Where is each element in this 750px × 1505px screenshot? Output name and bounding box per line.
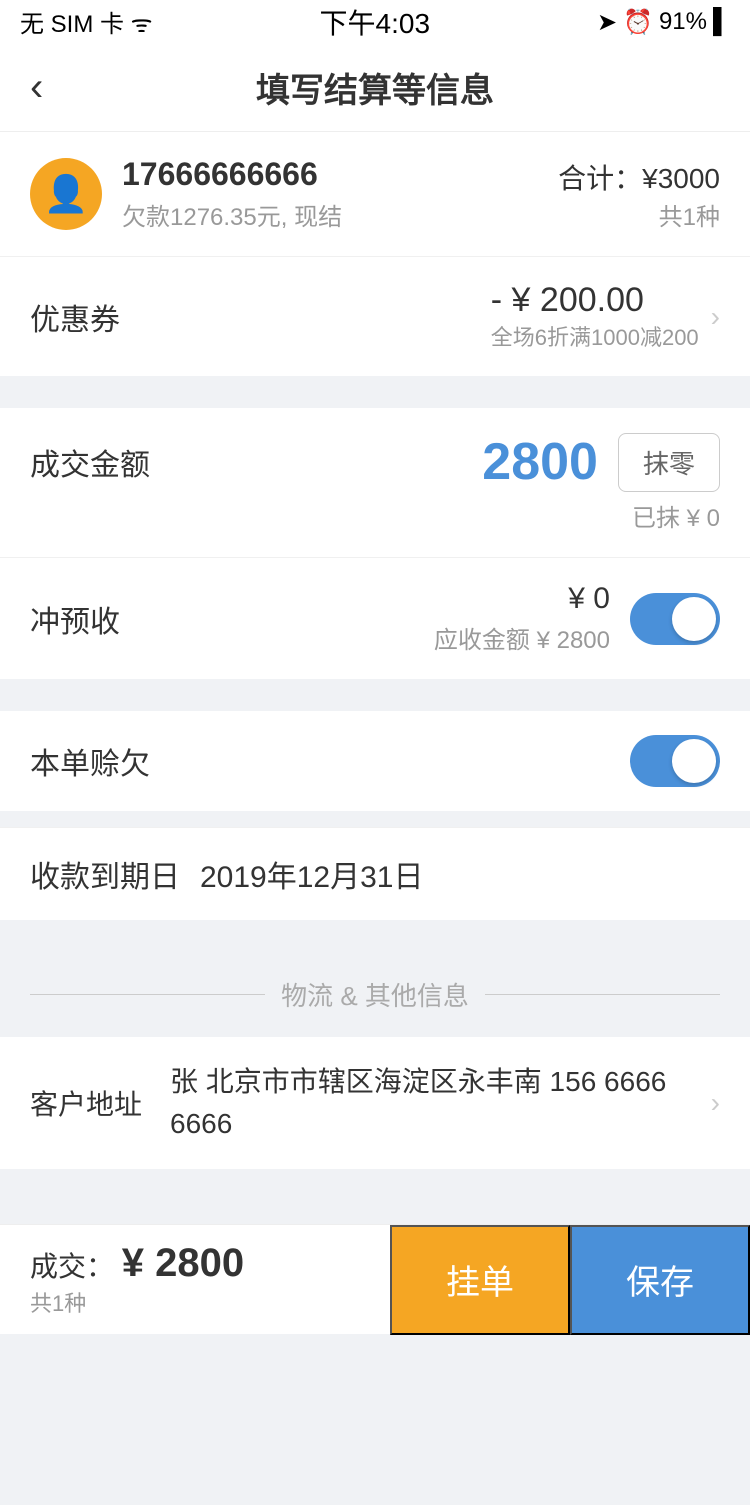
status-time: 下午4:03 [320, 2, 431, 42]
address-value: 张 北京市市辖区海淀区永丰南 156 6666 6666 [170, 1061, 691, 1145]
chevron-right-icon: › [711, 301, 720, 333]
avatar: 👤 [30, 158, 102, 230]
section-divider-1 [0, 392, 750, 408]
writeoff-toggle[interactable] [630, 735, 720, 787]
bottom-deal-row: 成交： ¥ 2800 [30, 1241, 360, 1286]
customer-total: 合计：¥3000 共1种 [558, 157, 720, 232]
amount-label: 成交金额 [30, 440, 150, 484]
total-amount: ¥3000 [642, 163, 720, 194]
avatar-icon: 👤 [44, 173, 89, 215]
customer-row: 👤 17666666666 欠款1276.35元, 现结 合计：¥3000 共1… [0, 132, 750, 256]
prepay-toggle[interactable] [630, 593, 720, 645]
divider-line-right [485, 994, 720, 995]
total-label: 合计： [558, 163, 642, 194]
customer-phone: 17666666666 [122, 156, 342, 193]
total-label-amount: 合计：¥3000 [558, 157, 720, 197]
status-right: ➤ ⏰ 91% ▌ [597, 8, 730, 37]
bottom-summary: 成交： ¥ 2800 共1种 [0, 1241, 390, 1318]
logistics-label: 物流 & 其他信息 [281, 976, 469, 1013]
writeoff-label: 本单赊欠 [30, 739, 150, 783]
customer-subtext: 欠款1276.35元, 现结 [122, 197, 342, 232]
bottom-count: 共1种 [30, 1286, 360, 1318]
writeoff-toggle-knob [672, 739, 716, 783]
amount-value: 2800 [482, 432, 598, 492]
customer-info: 17666666666 欠款1276.35元, 现结 [122, 156, 342, 232]
round-button[interactable]: 抹零 [618, 433, 720, 492]
status-bar: 无 SIM 卡 ᯤ 下午4:03 ➤ ⏰ 91% ▌ [0, 0, 750, 44]
customer-card: 👤 17666666666 欠款1276.35元, 现结 合计：¥3000 共1… [0, 132, 750, 376]
address-row[interactable]: 客户地址 张 北京市市辖区海淀区永丰南 156 6666 6666 › [0, 1037, 750, 1169]
location-icon: ➤ [597, 8, 617, 37]
customer-left: 👤 17666666666 欠款1276.35元, 现结 [30, 156, 342, 232]
prepay-row: 冲预收 ¥ 0 应收金额 ¥ 2800 [0, 557, 750, 679]
hang-button[interactable]: 挂单 [390, 1225, 570, 1335]
back-button[interactable]: ‹ [30, 65, 90, 110]
prepay-right: ¥ 0 应收金额 ¥ 2800 [434, 582, 720, 655]
save-button[interactable]: 保存 [570, 1225, 750, 1335]
section-divider-2 [0, 695, 750, 711]
battery-text: 91% [659, 8, 707, 36]
coupon-description: 全场6折满1000减200 [491, 320, 699, 352]
due-date-value: 2019年12月31日 [200, 852, 423, 896]
amount-right: 2800 抹零 [482, 432, 720, 492]
bottom-deal-amount: ¥ 2800 [122, 1241, 244, 1285]
coupon-label: 优惠券 [30, 295, 120, 339]
address-chevron-icon: › [711, 1087, 720, 1119]
alarm-icon: ⏰ [623, 8, 653, 37]
writeoff-section: 本单赊欠 [0, 711, 750, 811]
due-date-label: 收款到期日 [30, 852, 180, 896]
prepay-label: 冲预收 [30, 597, 120, 641]
bottom-bar: 成交： ¥ 2800 共1种 挂单 保存 [0, 1224, 750, 1334]
coupon-row[interactable]: 优惠券 - ¥ 200.00 全场6折满1000减200 › [0, 256, 750, 376]
section-divider-3 [0, 936, 750, 952]
sim-status: 无 SIM 卡 ᯤ [20, 4, 153, 40]
battery-icon: ▌ [713, 8, 730, 36]
logistics-divider: 物流 & 其他信息 [0, 952, 750, 1037]
prepay-subtext: 应收金额 ¥ 2800 [434, 620, 610, 655]
amount-section: 成交金额 2800 抹零 已抹 ¥ 0 [0, 408, 750, 557]
prepay-info: ¥ 0 应收金额 ¥ 2800 [434, 582, 610, 655]
coupon-discount: - ¥ 200.00 [491, 281, 699, 320]
divider-line-left [30, 994, 265, 995]
page-title: 填写结算等信息 [256, 63, 494, 112]
bottom-deal-label: 成交： [30, 1251, 114, 1282]
prepay-amount: ¥ 0 [434, 582, 610, 616]
coupon-right: - ¥ 200.00 全场6折满1000减200 › [491, 281, 720, 352]
due-date-row: 收款到期日 2019年12月31日 [0, 827, 750, 920]
status-left: 无 SIM 卡 ᯤ [20, 4, 153, 40]
address-label: 客户地址 [30, 1083, 150, 1123]
nav-bar: ‹ 填写结算等信息 [0, 44, 750, 132]
amount-row: 成交金额 2800 抹零 [30, 432, 720, 492]
amount-subtext: 已抹 ¥ 0 [30, 498, 720, 533]
total-count: 共1种 [558, 197, 720, 232]
toggle-knob [672, 597, 716, 641]
